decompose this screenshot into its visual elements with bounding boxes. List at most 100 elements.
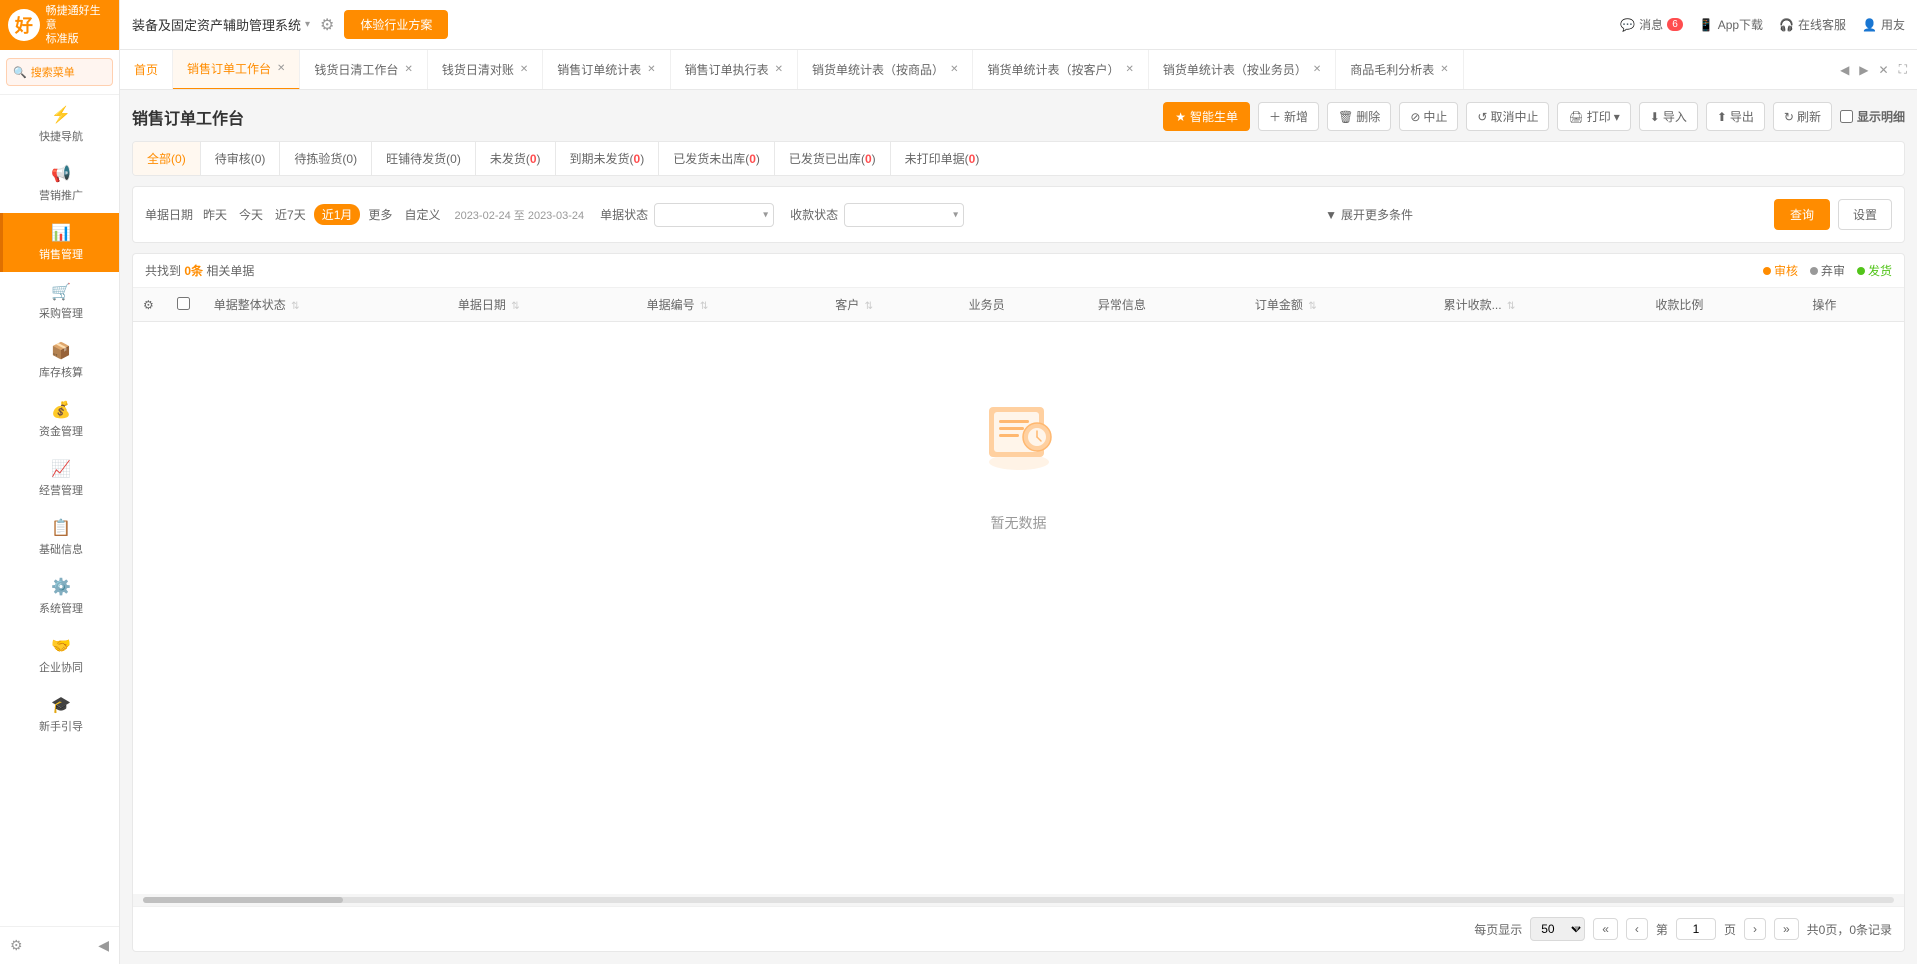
filter-tab-not-shipped[interactable]: 未发货(0)	[476, 142, 556, 175]
date-opt-1month[interactable]: 近1月	[314, 204, 361, 225]
sidebar-item-sales[interactable]: 📊 销售管理	[0, 213, 119, 272]
sort-amount-icon[interactable]: ⇅	[1308, 301, 1316, 312]
message-button[interactable]: 💬 消息 6	[1620, 16, 1683, 33]
query-button[interactable]: 查询	[1774, 199, 1830, 230]
next-page-button[interactable]: ›	[1744, 918, 1766, 940]
prev-page-button[interactable]: ‹	[1626, 918, 1648, 940]
tab-sales-staff[interactable]: 销货单统计表（按业务员） ✕	[1149, 50, 1336, 90]
online-service-button[interactable]: 🎧 在线客服	[1779, 16, 1846, 33]
tab-cash-reconciliation[interactable]: 钱货日清对账 ✕	[428, 50, 543, 90]
date-opt-yesterday[interactable]: 昨天	[199, 204, 231, 225]
topbar-settings-icon[interactable]: ⚙	[320, 15, 334, 35]
filter-tab-pending-review[interactable]: 待审核(0)	[201, 142, 281, 175]
first-page-button[interactable]: «	[1593, 918, 1618, 940]
sort-date-icon[interactable]: ⇅	[511, 301, 519, 312]
tab-close-staff[interactable]: ✕	[1313, 64, 1321, 75]
tab-close-execution[interactable]: ✕	[775, 64, 783, 75]
sort-number-icon[interactable]: ⇅	[700, 301, 708, 312]
cancel-stop-button[interactable]: ↺ 取消中止	[1466, 102, 1549, 131]
settings-button[interactable]: 设置	[1838, 199, 1892, 230]
date-opt-custom[interactable]: 自定义	[400, 204, 444, 225]
tab-close-customer[interactable]: ✕	[1125, 64, 1133, 75]
tab-nav-prev[interactable]: ◀	[1836, 59, 1853, 81]
settings-footer-icon[interactable]: ⚙	[10, 937, 23, 954]
tab-close-all[interactable]: ✕	[1875, 59, 1893, 81]
horizontal-scrollbar[interactable]	[133, 894, 1904, 906]
per-page-select[interactable]: 50 100 200	[1530, 917, 1585, 941]
smart-create-button[interactable]: ★ 智能生单	[1163, 102, 1250, 131]
system-dropdown-icon[interactable]: ▾	[305, 19, 310, 30]
sidebar-item-basic[interactable]: 📋 基础信息	[0, 508, 119, 567]
sales-icon: 📊	[51, 223, 71, 243]
sidebar-item-finance[interactable]: 💰 资金管理	[0, 390, 119, 449]
stop-button[interactable]: ⊘ 中止	[1399, 102, 1458, 131]
import-button[interactable]: ⬇ 导入	[1639, 102, 1698, 131]
main-content: 装备及固定资产辅助管理系统 ▾ ⚙ 体验行业方案 💬 消息 6 📱 App下载 …	[120, 0, 1917, 964]
date-opt-today[interactable]: 今天	[235, 204, 267, 225]
system-title: 装备及固定资产辅助管理系统 ▾	[132, 15, 310, 34]
sidebar-item-system[interactable]: ⚙️ 系统管理	[0, 567, 119, 626]
scrollbar-thumb[interactable]	[143, 897, 343, 903]
table-container: ⚙ 单据整体状态 ⇅ 单据日期 ⇅	[133, 288, 1904, 894]
sidebar-item-operations[interactable]: 📈 经营管理	[0, 449, 119, 508]
tab-close-cash-daily[interactable]: ✕	[404, 64, 412, 75]
filter-tab-overdue[interactable]: 到期未发货(0)	[556, 142, 660, 175]
audit-action-button[interactable]: 审核	[1763, 262, 1798, 279]
tab-close-reconciliation[interactable]: ✕	[520, 64, 528, 75]
sidebar-item-inventory[interactable]: 📦 库存核算	[0, 331, 119, 390]
add-button[interactable]: ＋ 新增	[1258, 102, 1319, 131]
filter-tab-shipped-not-out[interactable]: 已发货未出库(0)	[659, 142, 775, 175]
sidebar-item-purchase[interactable]: 🛒 采购管理	[0, 272, 119, 331]
tab-sales-execution[interactable]: 销售订单执行表 ✕	[671, 50, 798, 90]
payment-select[interactable]	[844, 203, 964, 227]
tab-product-margin[interactable]: 商品毛利分析表 ✕	[1336, 50, 1463, 90]
sidebar-item-guide[interactable]: 🎓 新手引导	[0, 685, 119, 744]
tab-nav-next[interactable]: ▶	[1855, 59, 1872, 81]
date-opt-more[interactable]: 更多	[364, 204, 396, 225]
status-select[interactable]	[654, 203, 774, 227]
total-records: 共0页，0条记录	[1807, 921, 1892, 938]
tab-home[interactable]: 首页	[120, 50, 173, 90]
filter-tab-all[interactable]: 全部(0)	[133, 142, 201, 175]
solution-button[interactable]: 体验行业方案	[344, 10, 448, 39]
refresh-button[interactable]: ↻ 刷新	[1773, 102, 1832, 131]
select-all-checkbox[interactable]	[177, 297, 190, 310]
sort-collected-icon[interactable]: ⇅	[1507, 301, 1515, 312]
tab-sales-order-workbench[interactable]: 销售订单工作台 ✕	[173, 50, 300, 90]
tab-sales-order-stats[interactable]: 销售订单统计表 ✕	[543, 50, 670, 90]
filter-tab-wangpu[interactable]: 旺铺待发货(0)	[372, 142, 476, 175]
search-menu-button[interactable]: 🔍 搜索菜单	[6, 58, 113, 86]
delete-button[interactable]: 🗑 删除	[1327, 102, 1391, 131]
sidebar-item-enterprise[interactable]: 🤝 企业协同	[0, 626, 119, 685]
tab-close-margin[interactable]: ✕	[1440, 64, 1448, 75]
filter-tab-not-printed[interactable]: 未打印单据(0)	[891, 142, 994, 175]
tab-sales-customer[interactable]: 销货单统计表（按客户） ✕	[973, 50, 1148, 90]
tab-close-sales-order[interactable]: ✕	[277, 63, 285, 74]
sidebar-item-quick-nav[interactable]: ⚡ 快捷导航	[0, 95, 119, 154]
export-button[interactable]: ⬆ 导出	[1706, 102, 1765, 131]
cancel-audit-action-button[interactable]: 弃审	[1810, 262, 1845, 279]
ship-action-button[interactable]: 发货	[1857, 262, 1892, 279]
print-button[interactable]: 🖨 打印 ▾	[1557, 102, 1630, 131]
app-download-button[interactable]: 📱 App下载	[1699, 16, 1763, 33]
col-settings-icon[interactable]: ⚙	[143, 298, 154, 312]
show-detail-checkbox[interactable]	[1840, 110, 1853, 123]
last-page-button[interactable]: »	[1774, 918, 1799, 940]
sort-customer-icon[interactable]: ⇅	[865, 301, 873, 312]
sidebar-item-marketing[interactable]: 📢 营销推广	[0, 154, 119, 213]
collapse-sidebar-icon[interactable]: ◀	[98, 937, 109, 954]
page-input[interactable]	[1676, 918, 1716, 940]
date-opt-7days[interactable]: 近7天	[271, 204, 310, 225]
sort-status-icon[interactable]: ⇅	[291, 301, 299, 312]
expand-conditions-button[interactable]: ▼ 展开更多条件	[1325, 206, 1413, 223]
purchase-icon: 🛒	[51, 282, 71, 302]
tab-maximize[interactable]: ⛶	[1895, 58, 1911, 81]
tab-close-product[interactable]: ✕	[950, 64, 958, 75]
tab-sales-product[interactable]: 销货单统计表（按商品） ✕	[798, 50, 973, 90]
tab-cash-daily[interactable]: 钱货日清工作台 ✕	[300, 50, 427, 90]
user-menu-button[interactable]: 👤 用友	[1862, 16, 1905, 33]
tab-close-order-stats[interactable]: ✕	[647, 64, 655, 75]
show-detail-checkbox-label[interactable]: 显示明细	[1840, 108, 1905, 125]
filter-tab-shipped-out[interactable]: 已发货已出库(0)	[775, 142, 891, 175]
filter-tab-pending-inspect[interactable]: 待拣验货(0)	[280, 142, 372, 175]
